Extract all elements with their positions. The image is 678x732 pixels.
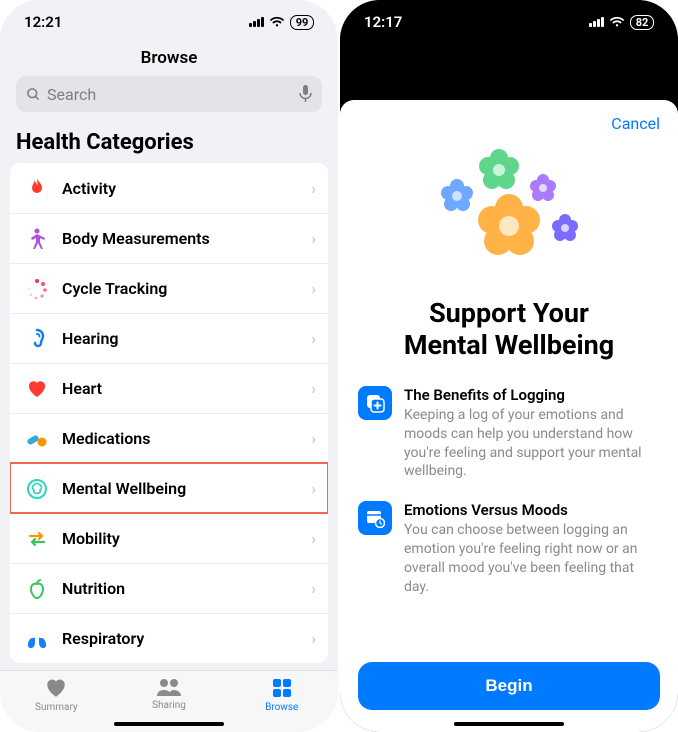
category-label: Mental Wellbeing <box>62 479 186 498</box>
info-title: Emotions Versus Moods <box>404 501 660 519</box>
chevron-right-icon: › <box>311 329 316 348</box>
category-label: Cycle Tracking <box>62 279 167 298</box>
mic-icon[interactable] <box>299 85 312 103</box>
category-label: Medications <box>62 429 150 448</box>
category-label: Activity <box>62 179 116 198</box>
page-title: Browse <box>0 44 338 76</box>
category-row-heart[interactable]: Heart › <box>10 363 328 413</box>
tab-label: Sharing <box>152 700 186 711</box>
wifi-icon <box>609 16 625 28</box>
decorative-flowers <box>358 148 660 278</box>
cycle-icon <box>24 276 50 302</box>
chevron-right-icon: › <box>311 629 316 648</box>
search-placeholder: Search <box>47 85 96 104</box>
category-row-hearing[interactable]: Hearing › <box>10 313 328 363</box>
status-time: 12:17 <box>364 13 402 31</box>
category-label: Heart <box>62 379 102 398</box>
home-indicator[interactable] <box>114 722 224 726</box>
battery-icon: 82 <box>630 15 654 30</box>
apple-icon <box>24 576 50 602</box>
home-indicator[interactable] <box>454 722 564 726</box>
status-bar: 12:21 99 <box>0 0 338 44</box>
body-icon <box>24 226 50 252</box>
chevron-right-icon: › <box>311 379 316 398</box>
chevron-right-icon: › <box>311 279 316 298</box>
heart-icon <box>24 376 50 402</box>
category-list: Activity›Body Measurements›Cycle Trackin… <box>10 163 328 663</box>
category-row-nutrition[interactable]: Nutrition › <box>10 563 328 613</box>
info-body: Keeping a log of your emotions and moods… <box>404 406 660 482</box>
arrows-icon <box>24 526 50 552</box>
cellular-icon <box>249 17 264 27</box>
tab-label: Summary <box>35 702 78 713</box>
info-body: You can choose between logging an emotio… <box>404 521 660 597</box>
category-row-activity[interactable]: Activity › <box>10 163 328 213</box>
category-row-respiratory[interactable]: Respiratory › <box>10 613 328 663</box>
search-input[interactable]: Search <box>16 76 322 112</box>
category-label: Nutrition <box>62 579 125 598</box>
tab-icon <box>225 677 338 702</box>
pills-icon <box>24 426 50 452</box>
tab-icon <box>0 677 113 702</box>
chevron-right-icon: › <box>311 179 316 198</box>
tab-icon <box>113 677 226 700</box>
search-icon <box>26 87 41 102</box>
info-item-logging: The Benefits of Logging Keeping a log of… <box>358 386 660 482</box>
category-label: Hearing <box>62 329 118 348</box>
sheet-title: Support YourMental Wellbeing <box>358 298 660 362</box>
status-bar: 12:17 82 <box>340 0 678 44</box>
cancel-button[interactable]: Cancel <box>611 114 660 133</box>
tab-sharing[interactable]: Sharing <box>113 677 226 711</box>
chevron-right-icon: › <box>311 429 316 448</box>
section-title: Health Categories <box>0 124 338 163</box>
category-row-cycle-tracking[interactable]: Cycle Tracking › <box>10 263 328 313</box>
ear-icon <box>24 326 50 352</box>
chevron-right-icon: › <box>311 479 316 498</box>
tab-summary[interactable]: Summary <box>0 677 113 713</box>
calendar-clock-icon <box>358 501 392 535</box>
chevron-right-icon: › <box>311 529 316 548</box>
cellular-icon <box>589 17 604 27</box>
brain-icon <box>24 476 50 502</box>
begin-button[interactable]: Begin <box>358 662 660 710</box>
chevron-right-icon: › <box>311 579 316 598</box>
tab-label: Browse <box>265 702 298 713</box>
plus-note-icon <box>358 386 392 420</box>
category-label: Mobility <box>62 529 120 548</box>
category-label: Body Measurements <box>62 229 210 248</box>
chevron-right-icon: › <box>311 229 316 248</box>
status-time: 12:21 <box>24 13 62 31</box>
browse-screen: 12:21 99 Browse Search Health Categories… <box>0 0 338 732</box>
status-icons: 82 <box>589 15 654 30</box>
intro-sheet: Cancel Support YourMental Wellbeing The … <box>340 100 678 732</box>
category-row-mental-wellbeing[interactable]: Mental Wellbeing › <box>10 463 328 513</box>
category-label: Respiratory <box>62 629 144 648</box>
tab-browse[interactable]: Browse <box>225 677 338 713</box>
lungs-icon <box>24 626 50 652</box>
info-title: The Benefits of Logging <box>404 386 660 404</box>
info-item-emotions: Emotions Versus Moods You can choose bet… <box>358 501 660 597</box>
battery-icon: 99 <box>290 15 314 30</box>
status-icons: 99 <box>249 15 314 30</box>
wellbeing-intro-screen: 12:17 82 Cancel Support YourMental Wellb… <box>340 0 678 732</box>
category-row-medications[interactable]: Medications › <box>10 413 328 463</box>
category-row-body-measurements[interactable]: Body Measurements › <box>10 213 328 263</box>
flame-icon <box>24 175 50 201</box>
wifi-icon <box>269 16 285 28</box>
category-row-mobility[interactable]: Mobility › <box>10 513 328 563</box>
